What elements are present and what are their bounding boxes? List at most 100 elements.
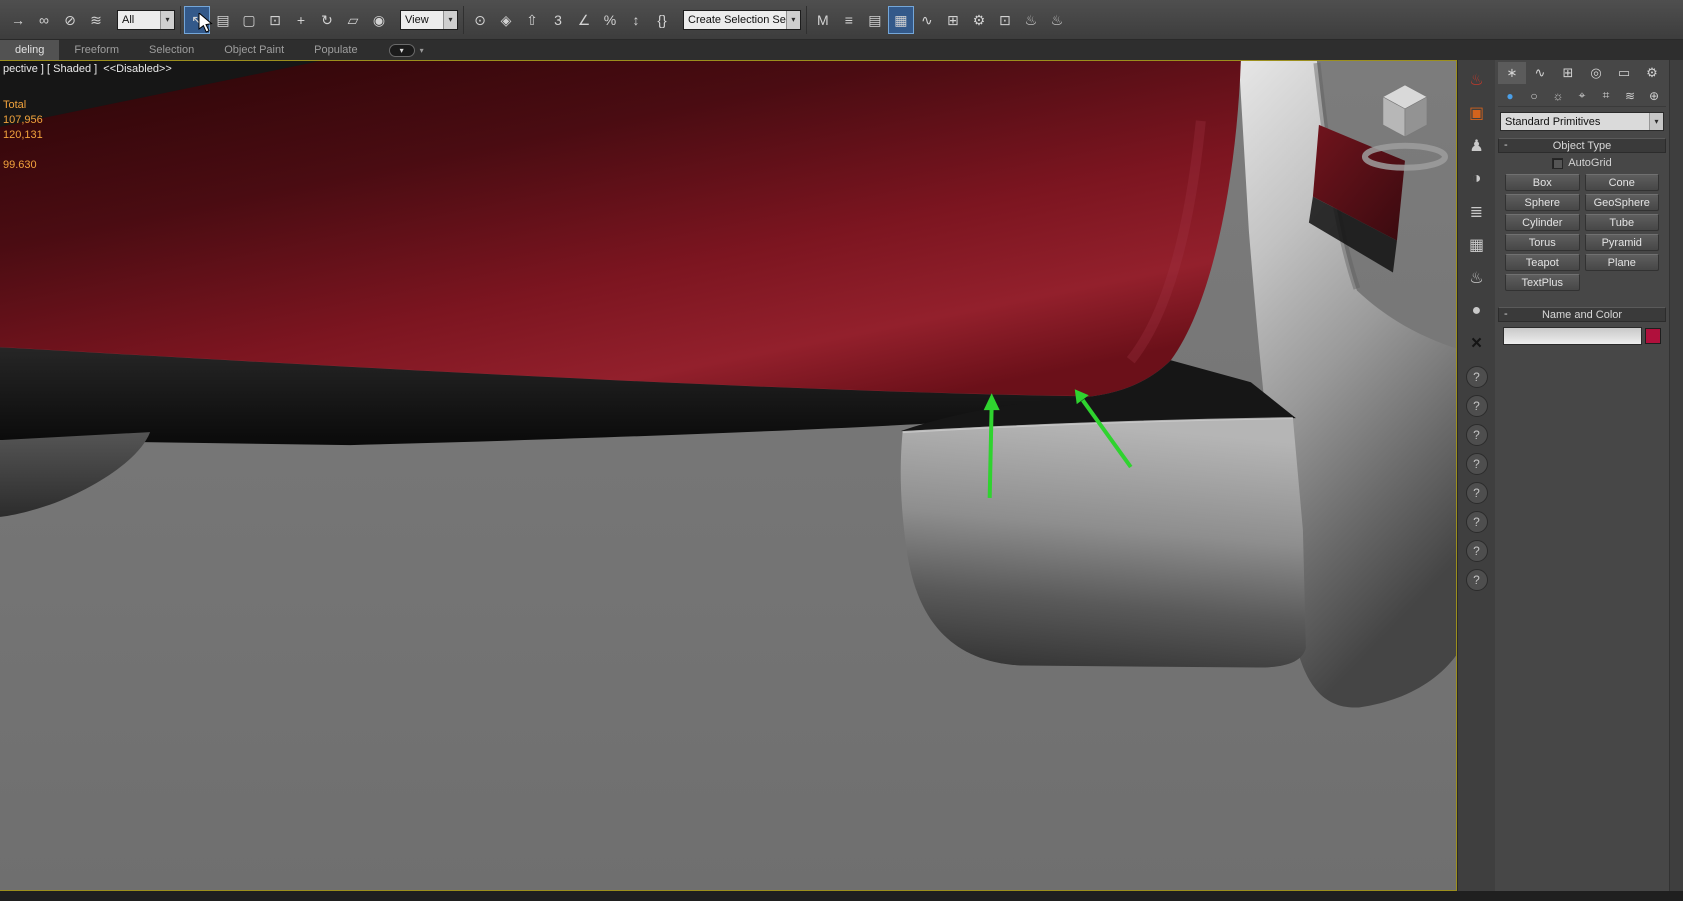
object-type-rollout-header[interactable]: - Object Type [1498,138,1666,153]
ribbon-options-caret-icon[interactable] [420,44,424,56]
systems-category[interactable]: ⊕ [1642,85,1666,106]
plane-button[interactable]: Plane [1584,254,1659,271]
snaps-toggle-3d-icon[interactable]: 3 [545,6,571,34]
material-editor-icon[interactable]: ▣ [1462,99,1492,127]
modify-tab[interactable]: ∿ [1526,62,1554,84]
ribbon-tab[interactable]: Selection [134,40,209,60]
schematic-view-icon[interactable]: ⊞ [940,6,966,34]
select-by-name-icon[interactable]: ▤ [210,6,236,34]
select-and-move-icon[interactable]: + [288,6,314,34]
reference-coordinate-dropdown[interactable]: View [400,9,458,30]
autogrid-checkbox[interactable] [1552,157,1564,169]
ribbon-tab[interactable]: Object Paint [209,40,299,60]
rollout-title: Name and Color [1541,308,1623,321]
render-iterative-icon[interactable]: ♨ [1044,6,1070,34]
box-button[interactable]: Box [1505,174,1580,191]
snap-tools-group: ⊙ ◈ ⇧ 3 ∠ % ↕ {} [463,5,678,34]
viewport-label[interactable]: pective ] [ Shaded ] <<Disabled>> [3,63,172,75]
motion-tab[interactable]: ◎ [1582,62,1610,84]
textplus-button[interactable]: TextPlus [1505,274,1580,291]
teapot-outline-icon[interactable]: ♨ [1462,264,1492,292]
grid-wall-icon[interactable]: ▦ [1462,231,1492,259]
panel-scroll-gutter[interactable] [1669,60,1683,891]
utilities-tab[interactable]: ⚙ [1638,62,1666,84]
sphere-button[interactable]: Sphere [1505,194,1580,211]
layer-stack-icon[interactable]: ≣ [1462,198,1492,226]
character-rig-icon[interactable]: ♟ [1462,132,1492,160]
missing-tool-button[interactable]: ? [1465,395,1488,417]
render-setup-icon[interactable]: ⚙ [966,6,992,34]
edit-named-selection-sets-icon[interactable]: {} [649,6,675,34]
display-tab[interactable]: ▭ [1610,62,1638,84]
create-category-row: ● ○ ☼ ⌖ ⌗ ≋ ⊕ [1498,85,1666,107]
render-production-icon[interactable]: ♨ [1018,6,1044,34]
select-object-icon[interactable]: ↖ [184,5,210,34]
angle-snap-icon[interactable]: ∠ [571,6,597,34]
bind-to-space-warp-icon[interactable]: ≋ [83,6,109,34]
cone-button[interactable]: Cone [1584,174,1659,191]
create-tab[interactable]: ∗ [1498,62,1526,84]
select-and-manipulate-icon[interactable]: ◈ [493,6,519,34]
torus-button[interactable]: Torus [1505,234,1580,251]
object-color-swatch[interactable] [1645,328,1661,344]
name-color-rollout-header[interactable]: - Name and Color [1498,307,1666,322]
primitive-type-dropdown[interactable]: Standard Primitives [1500,112,1664,131]
rendered-frame-window-icon[interactable]: ⊡ [992,6,1018,34]
missing-tool-button[interactable]: ? [1465,540,1488,562]
rectangular-selection-region-icon[interactable]: ▢ [236,6,262,34]
helpers-category[interactable]: ⌗ [1594,85,1618,106]
use-pivot-point-center-icon[interactable]: ⊙ [467,6,493,34]
select-and-rotate-icon[interactable]: ↻ [314,6,340,34]
ribbon-tab-bar: deling Freeform Selection Object Paint P… [0,40,1683,60]
perspective-viewport[interactable]: pective ] [ Shaded ] <<Disabled>> Total 1… [0,60,1457,891]
window-crossing-icon[interactable]: ⊡ [262,6,288,34]
select-and-place-icon[interactable]: ◉ [366,6,392,34]
dock-arrow-icon[interactable]: → [5,6,31,34]
dark-sphere-icon[interactable]: ● [1462,297,1492,325]
select-and-scale-icon[interactable]: ▱ [340,6,366,34]
missing-tool-button[interactable]: ? [1465,366,1488,388]
shapes-category[interactable]: ○ [1522,85,1546,106]
named-selection-set-dropdown[interactable]: Create Selection Se [683,9,801,30]
toggle-layer-explorer-icon[interactable]: ▤ [862,6,888,34]
missing-tool-button[interactable]: ? [1465,424,1488,446]
hierarchy-tab[interactable]: ⊞ [1554,62,1582,84]
missing-tool-button[interactable]: ? [1465,482,1488,504]
cylinder-button[interactable]: Cylinder [1505,214,1580,231]
ribbon-tab[interactable]: deling [0,40,60,60]
chevron-down-icon [785,10,800,29]
vertical-toolbar: ♨ ▣ ♟ ◑ ≣ ▦ ♨ ● × ? ? ? ? ? ? ? ? [1457,60,1495,891]
selection-filter-value: All [122,13,135,26]
render-teapot-icon[interactable]: ♨ [1462,66,1492,94]
selection-filter-dropdown[interactable]: All [117,9,175,30]
autogrid-label: AutoGrid [1568,157,1612,169]
checker-sphere-icon[interactable]: ◑ [1462,165,1492,193]
unlink-selection-icon[interactable]: ⊘ [57,6,83,34]
select-and-link-icon[interactable]: ∞ [31,6,57,34]
keyboard-shortcut-override-icon[interactable]: ⇧ [519,6,545,34]
curve-editor-icon[interactable]: ∿ [914,6,940,34]
close-x-icon[interactable]: × [1462,330,1492,358]
mirror-icon[interactable]: M [810,6,836,34]
missing-tool-button[interactable]: ? [1465,569,1488,591]
geosphere-button[interactable]: GeoSphere [1584,194,1659,211]
statistics-line [3,143,43,158]
lights-category[interactable]: ☼ [1546,85,1570,106]
chevron-down-icon [160,10,174,29]
object-name-field[interactable] [1503,327,1642,345]
cameras-category[interactable]: ⌖ [1570,85,1594,106]
tube-button[interactable]: Tube [1584,214,1659,231]
missing-tool-button[interactable]: ? [1465,511,1488,533]
toggle-ribbon-icon[interactable]: ▦ [887,5,914,34]
ribbon-tab[interactable]: Populate [299,40,372,60]
ribbon-tab[interactable]: Freeform [59,40,134,60]
pyramid-button[interactable]: Pyramid [1584,234,1659,251]
teapot-button[interactable]: Teapot [1505,254,1580,271]
ribbon-minimize-button[interactable] [388,43,415,57]
percent-snap-icon[interactable]: % [597,6,623,34]
spinner-snap-icon[interactable]: ↕ [623,6,649,34]
align-icon[interactable]: ≡ [836,6,862,34]
missing-tool-button[interactable]: ? [1465,453,1488,475]
space-warps-category[interactable]: ≋ [1618,85,1642,106]
geometry-category[interactable]: ● [1498,85,1522,106]
